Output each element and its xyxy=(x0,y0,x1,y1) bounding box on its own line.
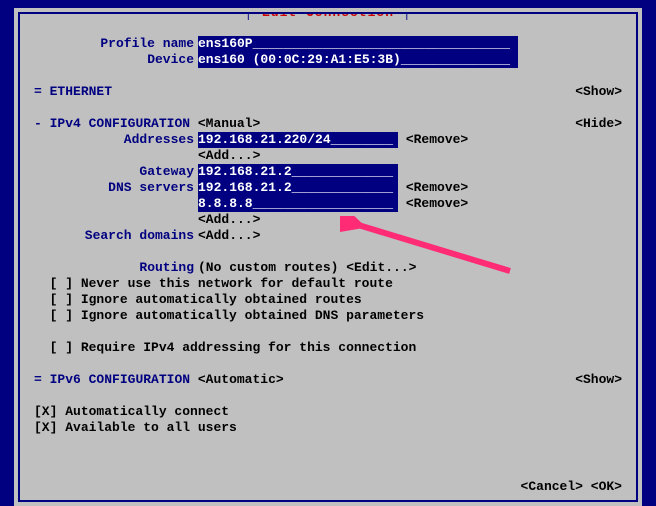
routing-row: Routing (No custom routes) <Edit...> xyxy=(34,260,622,276)
ignore-dns-checkbox[interactable]: [ ] Ignore automatically obtained DNS pa… xyxy=(34,308,622,324)
title-dash-right: ├ xyxy=(403,12,412,20)
ipv4-mode-select[interactable]: <Manual> xyxy=(198,116,260,131)
cancel-button[interactable]: <Cancel> xyxy=(521,479,583,494)
gateway-input[interactable]: 192.168.21.2_____________ xyxy=(198,164,398,180)
profile-name-input[interactable]: ens160P_________________________________ xyxy=(198,36,518,52)
available-all-checkbox[interactable]: [X] Available to all users xyxy=(34,420,622,436)
addresses-add-row: <Add...> xyxy=(34,148,622,164)
title-text: Edit Connection xyxy=(253,12,403,20)
ipv6-mode-select[interactable]: <Automatic> xyxy=(198,372,284,387)
profile-name-label: Profile name xyxy=(34,36,194,52)
ipv6-label: IPv6 CONFIGURATION xyxy=(50,372,190,387)
dns-row-1: 8.8.8.8__________________ <Remove> xyxy=(34,196,622,212)
addresses-add-button[interactable]: <Add...> xyxy=(198,148,260,163)
address-remove-0[interactable]: <Remove> xyxy=(406,132,468,147)
ipv4-section-header: - IPv4 CONFIGURATION <Manual> <Hide> xyxy=(34,116,622,132)
window-frame: ┤ Edit Connection ├ Profile name ens160P… xyxy=(14,8,642,506)
dns-input-1[interactable]: 8.8.8.8__________________ xyxy=(198,196,398,212)
gateway-row: Gateway 192.168.21.2_____________ xyxy=(34,164,622,180)
dns-row-0: DNS servers 192.168.21.2_____________ <R… xyxy=(34,180,622,196)
ethernet-prefix: = xyxy=(34,84,42,99)
device-input[interactable]: ens160 (00:0C:29:A1:E5:3B)______________ xyxy=(198,52,518,68)
ok-button[interactable]: <OK> xyxy=(591,479,622,494)
ipv6-show-button[interactable]: <Show> xyxy=(575,372,622,388)
ethernet-show-button[interactable]: <Show> xyxy=(575,84,622,100)
dns-label: DNS servers xyxy=(34,180,194,196)
ipv4-prefix: - xyxy=(34,116,42,131)
dns-input-0[interactable]: 192.168.21.2_____________ xyxy=(198,180,398,196)
ethernet-label: ETHERNET xyxy=(50,84,112,99)
search-domains-row: Search domains <Add...> xyxy=(34,228,622,244)
address-input-0[interactable]: 192.168.21.220/24________ xyxy=(198,132,398,148)
auto-connect-checkbox[interactable]: [X] Automatically connect xyxy=(34,404,622,420)
ethernet-section: = ETHERNET <Show> xyxy=(34,84,622,100)
dns-remove-0[interactable]: <Remove> xyxy=(406,180,468,195)
routing-edit-button[interactable]: <Edit...> xyxy=(346,260,416,275)
ipv6-section-header: = IPv6 CONFIGURATION <Automatic> <Show> xyxy=(34,372,622,388)
dns-add-row: <Add...> xyxy=(34,212,622,228)
device-row: Device ens160 (00:0C:29:A1:E5:3B)_______… xyxy=(34,52,622,68)
addresses-label: Addresses xyxy=(34,132,194,148)
ipv4-label: IPv4 CONFIGURATION xyxy=(50,116,190,131)
ignore-routes-checkbox[interactable]: [ ] Ignore automatically obtained routes xyxy=(34,292,622,308)
addresses-row: Addresses 192.168.21.220/24________ <Rem… xyxy=(34,132,622,148)
dialog: ┤ Edit Connection ├ Profile name ens160P… xyxy=(18,12,638,502)
dialog-title: ┤ Edit Connection ├ xyxy=(240,12,415,20)
ipv6-prefix: = xyxy=(34,372,42,387)
ipv4-hide-button[interactable]: <Hide> xyxy=(575,116,622,132)
title-dash-left: ┤ xyxy=(244,12,253,20)
device-label: Device xyxy=(34,52,194,68)
gateway-label: Gateway xyxy=(34,164,194,180)
routing-value: (No custom routes) xyxy=(198,260,338,275)
dns-add-button[interactable]: <Add...> xyxy=(198,212,260,227)
never-default-checkbox[interactable]: [ ] Never use this network for default r… xyxy=(34,276,622,292)
search-domains-add-button[interactable]: <Add...> xyxy=(198,228,260,243)
routing-label: Routing xyxy=(34,260,194,276)
search-domains-label: Search domains xyxy=(34,228,194,244)
button-bar: <Cancel> <OK> xyxy=(521,479,622,494)
profile-name-row: Profile name ens160P____________________… xyxy=(34,36,622,52)
dns-remove-1[interactable]: <Remove> xyxy=(406,196,468,211)
require-ipv4-checkbox[interactable]: [ ] Require IPv4 addressing for this con… xyxy=(34,340,622,356)
